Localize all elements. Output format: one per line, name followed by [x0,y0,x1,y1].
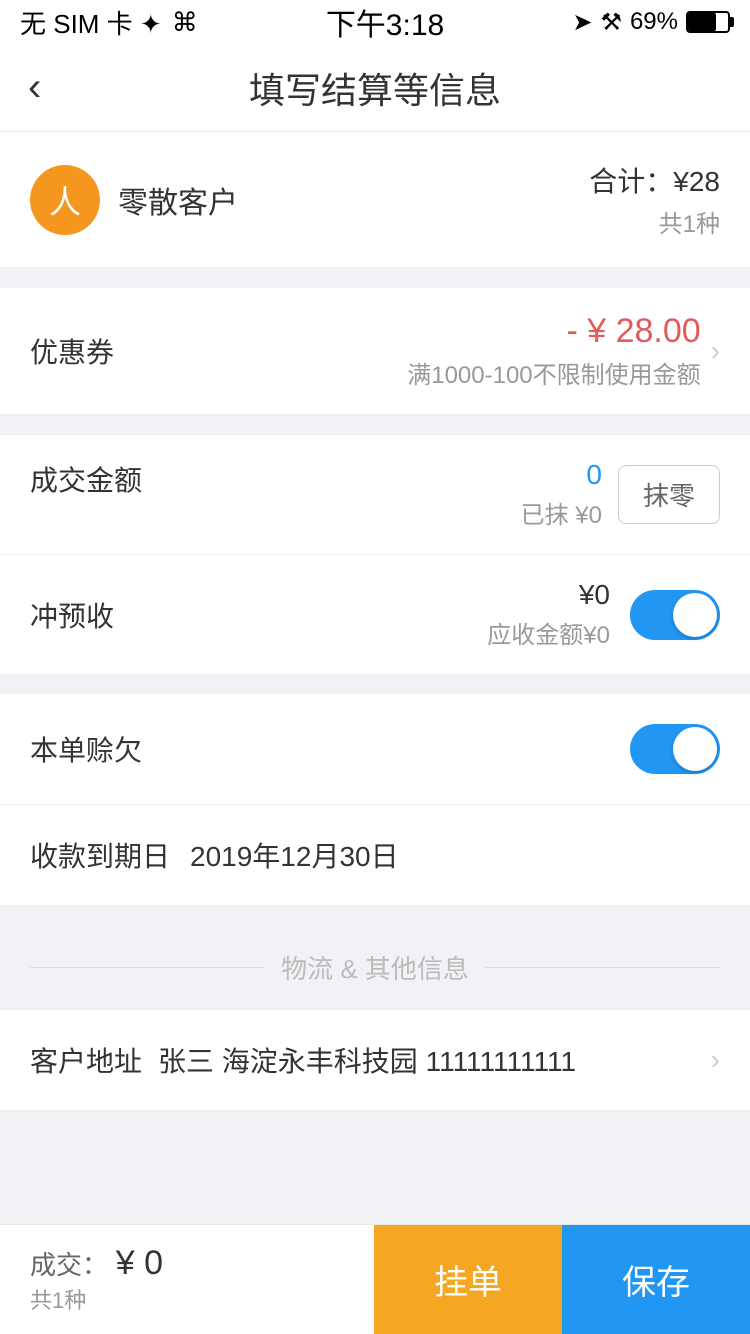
deal-already-text: 已抹 ¥0 [521,495,602,530]
hang-button[interactable]: 挂单 [374,1225,562,1334]
customer-right: 合计：¥28 共1种 [589,160,720,239]
customer-count: 共1种 [589,204,720,239]
save-button[interactable]: 保存 [562,1225,750,1334]
round-zero-button[interactable]: 抹零 [618,465,720,524]
due-date-row: 收款到期日 2019年12月30日 [0,804,750,905]
prepay-label: 冲预收 [30,595,114,635]
logistics-header-text: 物流 & 其他信息 [30,949,720,986]
debt-section: 本单赊欠 收款到期日 2019年12月30日 [0,694,750,905]
coupon-sub-text: 满1000-100不限制使用金额 [407,355,700,390]
debt-row: 本单赊欠 [0,694,750,804]
prepay-value-block: ¥0 应收金额¥0 [487,579,610,650]
battery-icon [686,11,730,33]
bottom-left: 成交： ¥ 0 共1种 [0,1244,374,1315]
address-section: 客户地址 张三 海淀永丰科技园 11111111111 › [0,1010,750,1111]
status-left: 无 SIM 卡 ✦ ⌘ [20,4,198,41]
location-icon: ➤ [572,8,592,37]
prepay-value: ¥0 [487,579,610,611]
deal-amount-value[interactable]: 0 [586,459,602,490]
address-chevron-icon: › [711,1044,720,1076]
coupon-label: 优惠券 [30,331,114,371]
page-title: 填写结算等信息 [249,62,501,114]
nav-bar: ‹ 填写结算等信息 [0,44,750,132]
prepay-sub-text: 应收金额¥0 [487,615,610,650]
avatar-icon: 人 [49,177,81,223]
status-bar: 无 SIM 卡 ✦ ⌘ 下午3:18 ➤ ⚒ 69% [0,0,750,44]
bottom-count: 共1种 [30,1283,344,1315]
customer-row: 人 零散客户 合计：¥28 共1种 [0,132,750,267]
deal-right: 0 已抹 ¥0 抹零 [521,459,720,530]
alarm-icon: ⚒ [600,8,622,37]
deal-value-block: 0 已抹 ¥0 [521,459,602,530]
sim-text: 无 SIM 卡 ✦ [20,4,162,41]
deal-amount-label: 成交金额 [30,459,142,499]
debt-toggle-knob [673,727,717,771]
prepay-right: ¥0 应收金额¥0 [487,579,720,650]
debt-label: 本单赊欠 [30,729,142,769]
battery-text: 69% [630,8,678,36]
coupon-discount-value: - ¥ 28.00 [407,312,700,351]
due-date-label: 收款到期日 [30,835,170,875]
address-label: 客户地址 [30,1040,142,1080]
prepay-toggle[interactable] [630,590,720,640]
customer-total: 合计：¥28 [589,160,720,200]
bottom-deal-line: 成交： ¥ 0 [30,1244,344,1283]
back-button[interactable]: ‹ [28,65,41,110]
customer-name: 零散客户 [118,178,238,222]
debt-toggle[interactable] [630,724,720,774]
customer-section: 人 零散客户 合计：¥28 共1种 [0,132,750,267]
bottom-deal-label: 成交： [30,1250,108,1280]
prepay-row: 冲预收 ¥0 应收金额¥0 [0,554,750,674]
customer-avatar: 人 [30,165,100,235]
due-date-value[interactable]: 2019年12月30日 [190,835,399,875]
customer-left: 人 零散客户 [30,165,238,235]
address-row[interactable]: 客户地址 张三 海淀永丰科技园 11111111111 › [0,1010,750,1111]
address-value: 张三 海淀永丰科技园 11111111111 [158,1040,576,1080]
coupon-right: - ¥ 28.00 满1000-100不限制使用金额 › [407,312,720,390]
coupon-section: 优惠券 - ¥ 28.00 满1000-100不限制使用金额 › [0,287,750,414]
coupon-value-block: - ¥ 28.00 满1000-100不限制使用金额 [407,312,700,390]
coupon-chevron-icon: › [711,335,720,367]
content-area: 人 零散客户 合计：¥28 共1种 优惠券 - ¥ 28.00 满1000-10… [0,132,750,1251]
deal-prepay-section: 成交金额 0 已抹 ¥0 抹零 冲预收 ¥0 应收金额¥0 [0,434,750,674]
wifi-icon: ⌘ [172,7,198,38]
toggle-knob [673,593,717,637]
status-right: ➤ ⚒ 69% [572,8,730,37]
address-left: 客户地址 张三 海淀永丰科技园 11111111111 [30,1040,576,1080]
bottom-bar: 成交： ¥ 0 共1种 挂单 保存 [0,1224,750,1334]
status-time: 下午3:18 [326,0,444,44]
deal-amount-row: 成交金额 0 已抹 ¥0 抹零 [0,434,750,554]
coupon-row[interactable]: 优惠券 - ¥ 28.00 满1000-100不限制使用金额 › [0,287,750,414]
logistics-section-header: 物流 & 其他信息 [0,925,750,1010]
bottom-deal-value: ¥ 0 [116,1244,163,1282]
